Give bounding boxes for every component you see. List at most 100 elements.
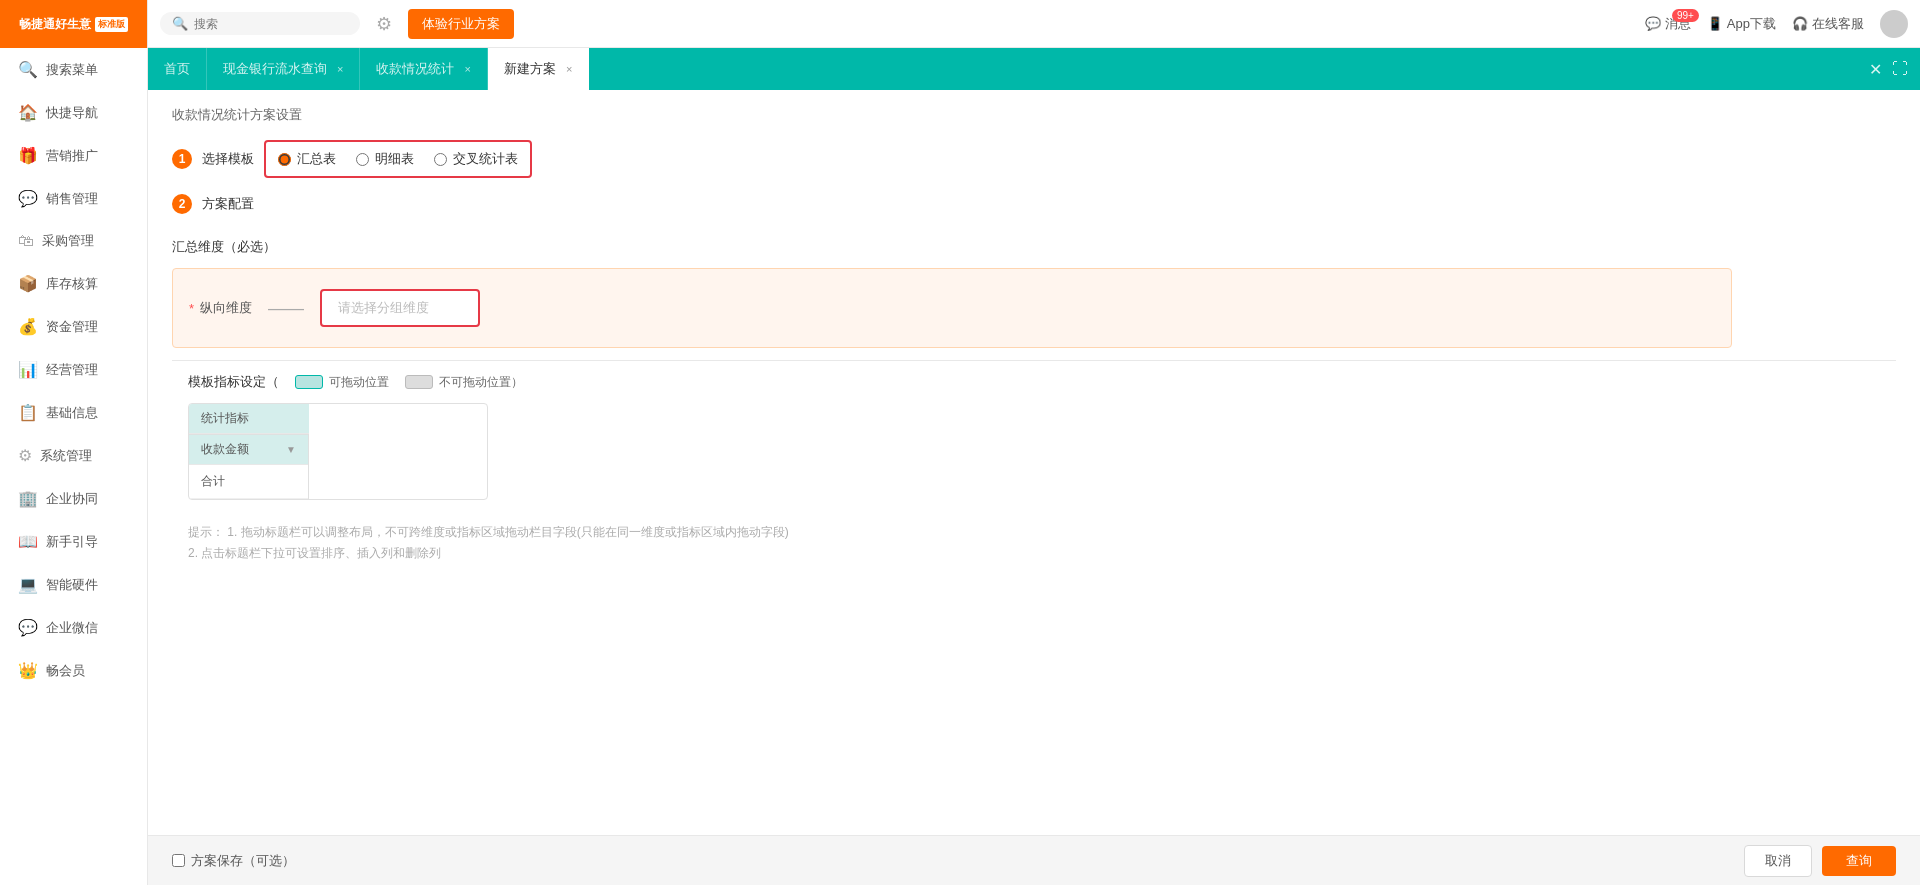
legend-draggable: 可拖动位置	[295, 374, 389, 391]
col-dropdown-icon[interactable]: ▼	[286, 444, 296, 455]
dimension-select[interactable]: 请选择分组维度	[320, 289, 480, 327]
tabbar-expand-icon[interactable]: ⛶	[1892, 60, 1908, 78]
radio-detail[interactable]	[356, 153, 369, 166]
search-menu-icon: 🔍	[18, 60, 38, 79]
dimension-section: 汇总维度（必选） * 纵向维度 —— 请选择分组维度	[172, 226, 1896, 360]
message-badge: 99+	[1672, 9, 1699, 22]
tab-payment-stat-close[interactable]: ×	[464, 63, 470, 75]
trial-button[interactable]: 体验行业方案	[408, 9, 514, 39]
tabbar-close-icon[interactable]: ✕	[1869, 60, 1882, 79]
sidebar-item-label: 系统管理	[40, 447, 92, 465]
tab-cash-bank-close[interactable]: ×	[337, 63, 343, 75]
tab-home[interactable]: 首页	[148, 48, 207, 90]
page-content: 收款情况统计方案设置 1 选择模板 汇总表 明细表	[148, 90, 1920, 835]
tabbar: 首页 现金银行流水查询 × 收款情况统计 × 新建方案 × ✕ ⛶	[148, 48, 1920, 90]
sidebar-item-label: 营销推广	[46, 147, 98, 165]
content-area: 收款情况统计方案设置 1 选择模板 汇总表 明细表	[148, 90, 1920, 835]
smart-hardware-icon: 💻	[18, 575, 38, 594]
sidebar-item-enterprise[interactable]: 🏢 企业协同	[0, 477, 147, 520]
sidebar-item-beginner[interactable]: 📖 新手引导	[0, 520, 147, 563]
option-summary[interactable]: 汇总表	[278, 150, 336, 168]
sidebar-item-label: 库存核算	[46, 275, 98, 293]
sidebar-item-label: 企业微信	[46, 619, 98, 637]
sidebar-item-operations[interactable]: 📊 经营管理	[0, 348, 147, 391]
page-title: 收款情况统计方案设置	[172, 106, 1896, 124]
payment-amount-header[interactable]: 收款金额 ▼	[189, 435, 308, 465]
sidebar-item-smart-hardware[interactable]: 💻 智能硬件	[0, 563, 147, 606]
finance-icon: 💰	[18, 317, 38, 336]
service-label: 在线客服	[1812, 15, 1864, 33]
radio-cross[interactable]	[434, 153, 447, 166]
hint-section: 提示： 1. 拖动标题栏可以调整布局，不可跨维度或指标区域拖动栏目字段(只能在同…	[172, 512, 1896, 578]
app-download-button[interactable]: 📱 App下载	[1707, 15, 1776, 33]
cancel-button[interactable]: 取消	[1744, 845, 1812, 877]
sales-icon: 💬	[18, 189, 38, 208]
tab-cash-bank-label: 现金银行流水查询	[223, 60, 327, 78]
sidebar-logo: 畅捷通好生意 标准版	[0, 0, 147, 48]
tab-new-plan[interactable]: 新建方案 ×	[488, 48, 589, 90]
metrics-col-header: 统计指标	[189, 404, 309, 434]
save-label: 方案保存（可选）	[191, 852, 295, 870]
save-option: 方案保存（可选）	[172, 852, 295, 870]
message-button[interactable]: 💬 消息 99+	[1645, 15, 1691, 33]
basic-info-icon: 📋	[18, 403, 38, 422]
avatar[interactable]	[1880, 10, 1908, 38]
option-detail[interactable]: 明细表	[356, 150, 414, 168]
sidebar-item-weixin[interactable]: 💬 企业微信	[0, 606, 147, 649]
bottom-bar: 方案保存（可选） 取消 查询	[148, 835, 1920, 885]
sidebar-item-label: 智能硬件	[46, 576, 98, 594]
tab-cash-bank[interactable]: 现金银行流水查询 ×	[207, 48, 360, 90]
sidebar-item-inventory[interactable]: 📦 库存核算	[0, 262, 147, 305]
tab-payment-stat[interactable]: 收款情况统计 ×	[360, 48, 487, 90]
sidebar-item-label: 销售管理	[46, 190, 98, 208]
search-box[interactable]: 🔍	[160, 12, 360, 35]
option-cross-label: 交叉统计表	[453, 150, 518, 168]
beginner-icon: 📖	[18, 532, 38, 551]
sidebar-item-marketing[interactable]: 🎁 营销推广	[0, 134, 147, 177]
radio-summary[interactable]	[278, 153, 291, 166]
sidebar-item-label: 采购管理	[42, 232, 94, 250]
option-cross[interactable]: 交叉统计表	[434, 150, 518, 168]
sidebar-item-finance[interactable]: 💰 资金管理	[0, 305, 147, 348]
legend-non-draggable-box	[405, 375, 433, 389]
sidebar-item-system[interactable]: ⚙ 系统管理	[0, 434, 147, 477]
sidebar-item-purchase[interactable]: 🛍 采购管理	[0, 220, 147, 262]
home-icon: 🏠	[18, 103, 38, 122]
marketing-icon: 🎁	[18, 146, 38, 165]
metrics-sub-col: 收款金额 ▼ 合计	[189, 434, 309, 499]
save-checkbox[interactable]	[172, 854, 185, 867]
metrics-label: 模板指标设定（ 可拖动位置 不可拖动位置）	[188, 373, 1880, 391]
search-input[interactable]	[194, 17, 334, 31]
topbar-right: 💬 消息 99+ 📱 App下载 🎧 在线客服	[1645, 10, 1908, 38]
option-summary-label: 汇总表	[297, 150, 336, 168]
option-detail-label: 明细表	[375, 150, 414, 168]
dimension-grid: * 纵向维度 —— 请选择分组维度	[172, 268, 1732, 348]
topbar: 🔍 ⚙ 体验行业方案 💬 消息 99+ 📱 App下载 🎧 在线客服	[148, 0, 1920, 48]
required-mark: *	[189, 301, 194, 316]
sidebar-item-label: 企业协同	[46, 490, 98, 508]
sidebar-item-basic-info[interactable]: 📋 基础信息	[0, 391, 147, 434]
brand-badge: 标准版	[95, 17, 128, 32]
dimension-section-label: 汇总维度（必选）	[172, 238, 1880, 256]
sidebar-item-label: 快捷导航	[46, 104, 98, 122]
step2-label: 方案配置	[202, 195, 254, 213]
tab-new-plan-close[interactable]: ×	[566, 63, 572, 75]
metrics-section: 模板指标设定（ 可拖动位置 不可拖动位置）	[172, 361, 1896, 512]
step1-label: 选择模板	[202, 150, 254, 168]
service-button[interactable]: 🎧 在线客服	[1792, 15, 1864, 33]
app-icon: 📱	[1707, 16, 1723, 31]
sidebar-item-sales[interactable]: 💬 销售管理	[0, 177, 147, 220]
tabbar-icons: ✕ ⛶	[1869, 60, 1920, 79]
search-icon: 🔍	[172, 16, 188, 31]
step1-number: 1	[172, 149, 192, 169]
sidebar-item-quick-nav[interactable]: 🏠 快捷导航	[0, 91, 147, 134]
sidebar-item-member[interactable]: 👑 畅会员	[0, 649, 147, 692]
query-button[interactable]: 查询	[1822, 846, 1896, 876]
sidebar-item-label: 经营管理	[46, 361, 98, 379]
operations-icon: 📊	[18, 360, 38, 379]
sidebar-item-search-menu[interactable]: 🔍 搜索菜单	[0, 48, 147, 91]
legend-non-draggable: 不可拖动位置）	[405, 374, 523, 391]
metrics-table: 统计指标 收款金额 ▼ 合计	[188, 403, 488, 500]
metrics-col-stats: 统计指标 收款金额 ▼ 合计	[189, 404, 309, 499]
gear-icon[interactable]: ⚙	[376, 13, 392, 35]
